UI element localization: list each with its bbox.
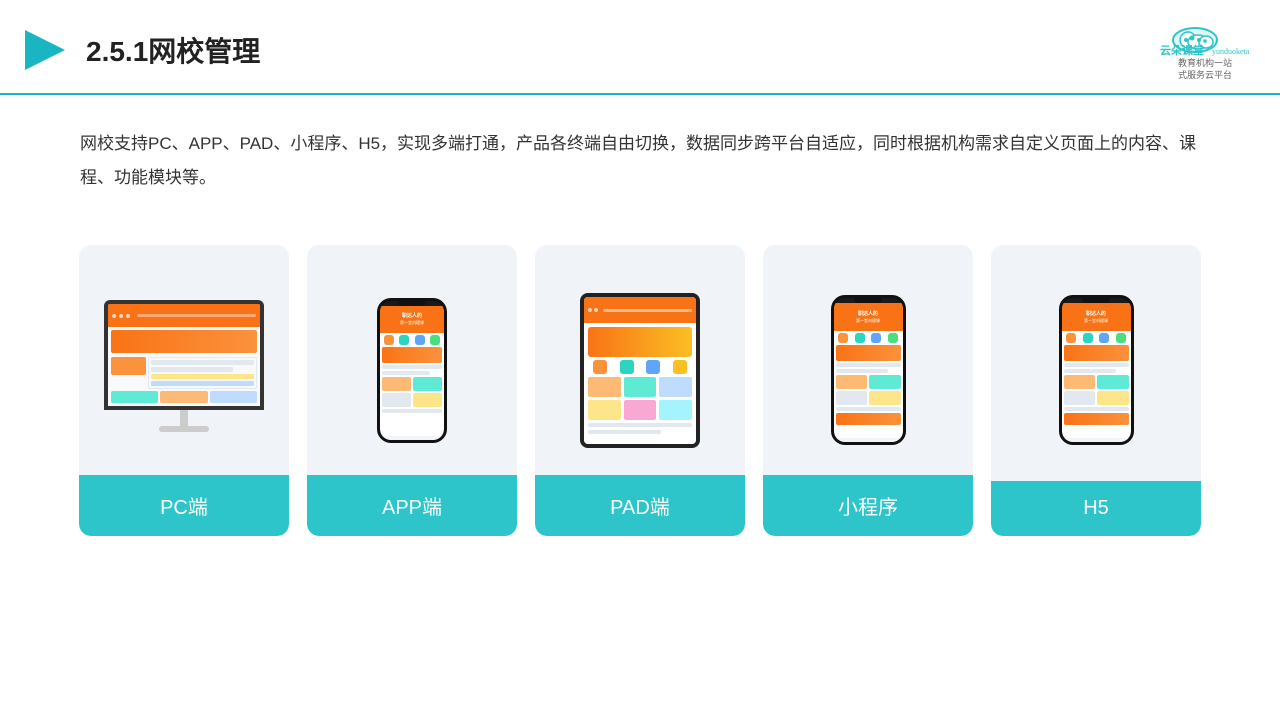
card-h5: 职达人的 第一堂刘理课 [991, 245, 1201, 536]
pad-image-area [535, 265, 745, 475]
app-phone: 职达人的 第一堂刘理课 [377, 298, 447, 443]
page-title: 2.5.1网校管理 [86, 30, 260, 70]
app-image-area: 职达人的 第一堂刘理课 [307, 265, 517, 475]
h5-image-area: 职达人的 第一堂刘理课 [991, 265, 1201, 475]
logo-icon: 云朵课堂 yunduoketang.com [1160, 18, 1250, 56]
svg-text:yunduoketang.com: yunduoketang.com [1212, 47, 1250, 56]
card-h5-label: H5 [991, 481, 1201, 536]
header: 2.5.1网校管理 云朵课堂 yunduoketang.com 教育机构一站 式… [0, 0, 1280, 95]
card-app: 职达人的 第一堂刘理课 [307, 245, 517, 536]
description: 网校支持PC、APP、PAD、小程序、H5，实现多端打通，产品各终端自由切换，数… [0, 95, 1280, 205]
pc-image-area [79, 265, 289, 475]
pad-tablet [580, 293, 700, 448]
mini-image-area: 职达人的 第一堂刘理课 [763, 265, 973, 475]
card-app-label: APP端 [307, 475, 517, 536]
card-pad: PAD端 [535, 245, 745, 536]
svg-text:云朵课堂: 云朵课堂 [1160, 43, 1204, 56]
card-miniprogram: 职达人的 第一堂刘理课 [763, 245, 973, 536]
cards-container: PC端 职达人的 第一堂刘理课 [0, 215, 1280, 566]
logo-area: 云朵课堂 yunduoketang.com 教育机构一站 式服务云平台 [1160, 18, 1250, 81]
logo-subtitle: 教育机构一站 式服务云平台 [1178, 58, 1232, 81]
header-left: 2.5.1网校管理 [20, 25, 260, 75]
card-pc: PC端 [79, 245, 289, 536]
card-pc-label: PC端 [79, 475, 289, 536]
pc-monitor [99, 300, 269, 440]
monitor-screen [104, 300, 264, 410]
play-icon [20, 25, 70, 75]
h5-phone: 职达人的 第一堂刘理课 [1059, 295, 1134, 445]
card-pad-label: PAD端 [535, 475, 745, 536]
mini-phone: 职达人的 第一堂刘理课 [831, 295, 906, 445]
description-text: 网校支持PC、APP、PAD、小程序、H5，实现多端打通，产品各终端自由切换，数… [80, 127, 1200, 195]
card-mini-label: 小程序 [763, 475, 973, 536]
